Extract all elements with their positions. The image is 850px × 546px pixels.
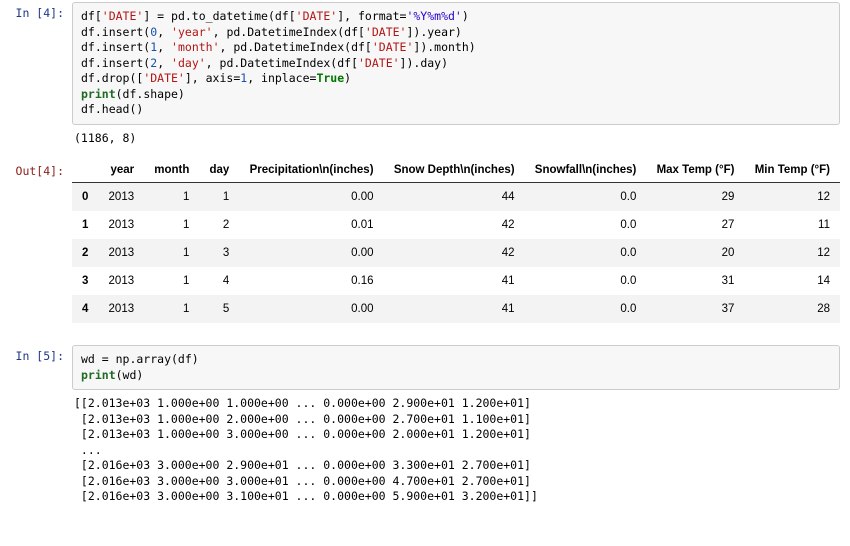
col-year: year — [98, 158, 144, 183]
stdout-text: (1186, 8) — [72, 127, 850, 149]
cell-value: 0.16 — [239, 267, 383, 295]
stdout-text: [[2.013e+03 1.000e+00 1.000e+00 ... 0.00… — [72, 392, 850, 507]
col-mintemp: Min Temp (°F) — [744, 158, 840, 183]
table-row: 32013140.16410.03114 — [72, 267, 840, 295]
cell-value: 0.0 — [525, 267, 647, 295]
cell-value: 31 — [646, 267, 744, 295]
cell-value: 29 — [646, 183, 744, 212]
cell-value: 44 — [384, 183, 525, 212]
row-index: 1 — [72, 211, 98, 239]
code-line: df.insert(0, 'year', pd.DatetimeIndex(df… — [81, 25, 462, 39]
cell-value: 12 — [744, 183, 840, 212]
cell-5-input: In [5]: wd = np.array(df) print(wd) — [0, 343, 850, 392]
cell-value: 0.00 — [239, 295, 383, 323]
in-prompt-5: In [5]: — [0, 343, 72, 363]
code-line: print(df.shape) — [81, 87, 185, 101]
code-line: df.insert(1, 'month', pd.DatetimeIndex(d… — [81, 40, 476, 54]
dataframe-table: year month day Precipitation\n(inches) S… — [72, 158, 840, 323]
code-line: df.insert(2, 'day', pd.DatetimeIndex(df[… — [81, 56, 448, 70]
empty-prompt — [0, 392, 72, 398]
cell-value: 37 — [646, 295, 744, 323]
row-index: 0 — [72, 183, 98, 212]
cell-value: 2013 — [98, 239, 144, 267]
cell-value: 2013 — [98, 183, 144, 212]
cell-value: 1 — [199, 183, 239, 212]
cell-value: 41 — [384, 295, 525, 323]
code-line: wd = np.array(df) — [81, 352, 199, 366]
cell-value: 4 — [199, 267, 239, 295]
cell-value: 2 — [199, 211, 239, 239]
cell-value: 1 — [144, 183, 199, 212]
cell-4-output: Out[4]: year month day Precipitation\n(i… — [0, 158, 850, 323]
cell-4-stdout: (1186, 8) — [0, 127, 850, 149]
cell-value: 0.00 — [239, 183, 383, 212]
table-row: 02013110.00440.02912 — [72, 183, 840, 212]
empty-prompt — [0, 127, 72, 133]
out-prompt-4: Out[4]: — [0, 158, 72, 178]
cell-value: 2013 — [98, 211, 144, 239]
code-line: df.head() — [81, 102, 143, 116]
col-snowfall: Snowfall\n(inches) — [525, 158, 647, 183]
cell-value: 41 — [384, 267, 525, 295]
cell-value: 1 — [144, 295, 199, 323]
cell-value: 14 — [744, 267, 840, 295]
cell-value: 20 — [646, 239, 744, 267]
code-line: df['DATE'] = pd.to_datetime(df['DATE'], … — [81, 9, 469, 23]
cell-value: 2013 — [98, 295, 144, 323]
code-input-5[interactable]: wd = np.array(df) print(wd) — [72, 345, 840, 390]
header-row: year month day Precipitation\n(inches) S… — [72, 158, 840, 183]
row-index: 2 — [72, 239, 98, 267]
cell-value: 1 — [144, 239, 199, 267]
cell-value: 0.0 — [525, 183, 647, 212]
cell-value: 42 — [384, 211, 525, 239]
cell-value: 11 — [744, 211, 840, 239]
cell-4-input: In [4]: df['DATE'] = pd.to_datetime(df['… — [0, 0, 850, 127]
cell-value: 12 — [744, 239, 840, 267]
code-line: print(wd) — [81, 368, 143, 382]
in-prompt-4: In [4]: — [0, 0, 72, 20]
cell-value: 0.0 — [525, 295, 647, 323]
col-precip: Precipitation\n(inches) — [239, 158, 383, 183]
table-row: 42013150.00410.03728 — [72, 295, 840, 323]
col-day: day — [199, 158, 239, 183]
col-snowdepth: Snow Depth\n(inches) — [384, 158, 525, 183]
cell-value: 42 — [384, 239, 525, 267]
cell-value: 27 — [646, 211, 744, 239]
code-input-4[interactable]: df['DATE'] = pd.to_datetime(df['DATE'], … — [72, 2, 840, 125]
row-index: 4 — [72, 295, 98, 323]
cell-value: 1 — [144, 267, 199, 295]
cell-value: 0.0 — [525, 239, 647, 267]
code-line: df.drop(['DATE'], axis=1, inplace=True) — [81, 71, 351, 85]
dataframe-output: year month day Precipitation\n(inches) S… — [72, 158, 850, 323]
cell-value: 28 — [744, 295, 840, 323]
col-maxtemp: Max Temp (°F) — [646, 158, 744, 183]
col-index — [72, 158, 98, 183]
cell-5-stdout: [[2.013e+03 1.000e+00 1.000e+00 ... 0.00… — [0, 392, 850, 507]
table-row: 12013120.01420.02711 — [72, 211, 840, 239]
cell-value: 0.00 — [239, 239, 383, 267]
cell-value: 3 — [199, 239, 239, 267]
cell-value: 5 — [199, 295, 239, 323]
table-row: 22013130.00420.02012 — [72, 239, 840, 267]
row-index: 3 — [72, 267, 98, 295]
cell-value: 0.0 — [525, 211, 647, 239]
col-month: month — [144, 158, 199, 183]
cell-value: 1 — [144, 211, 199, 239]
cell-value: 2013 — [98, 267, 144, 295]
cell-value: 0.01 — [239, 211, 383, 239]
